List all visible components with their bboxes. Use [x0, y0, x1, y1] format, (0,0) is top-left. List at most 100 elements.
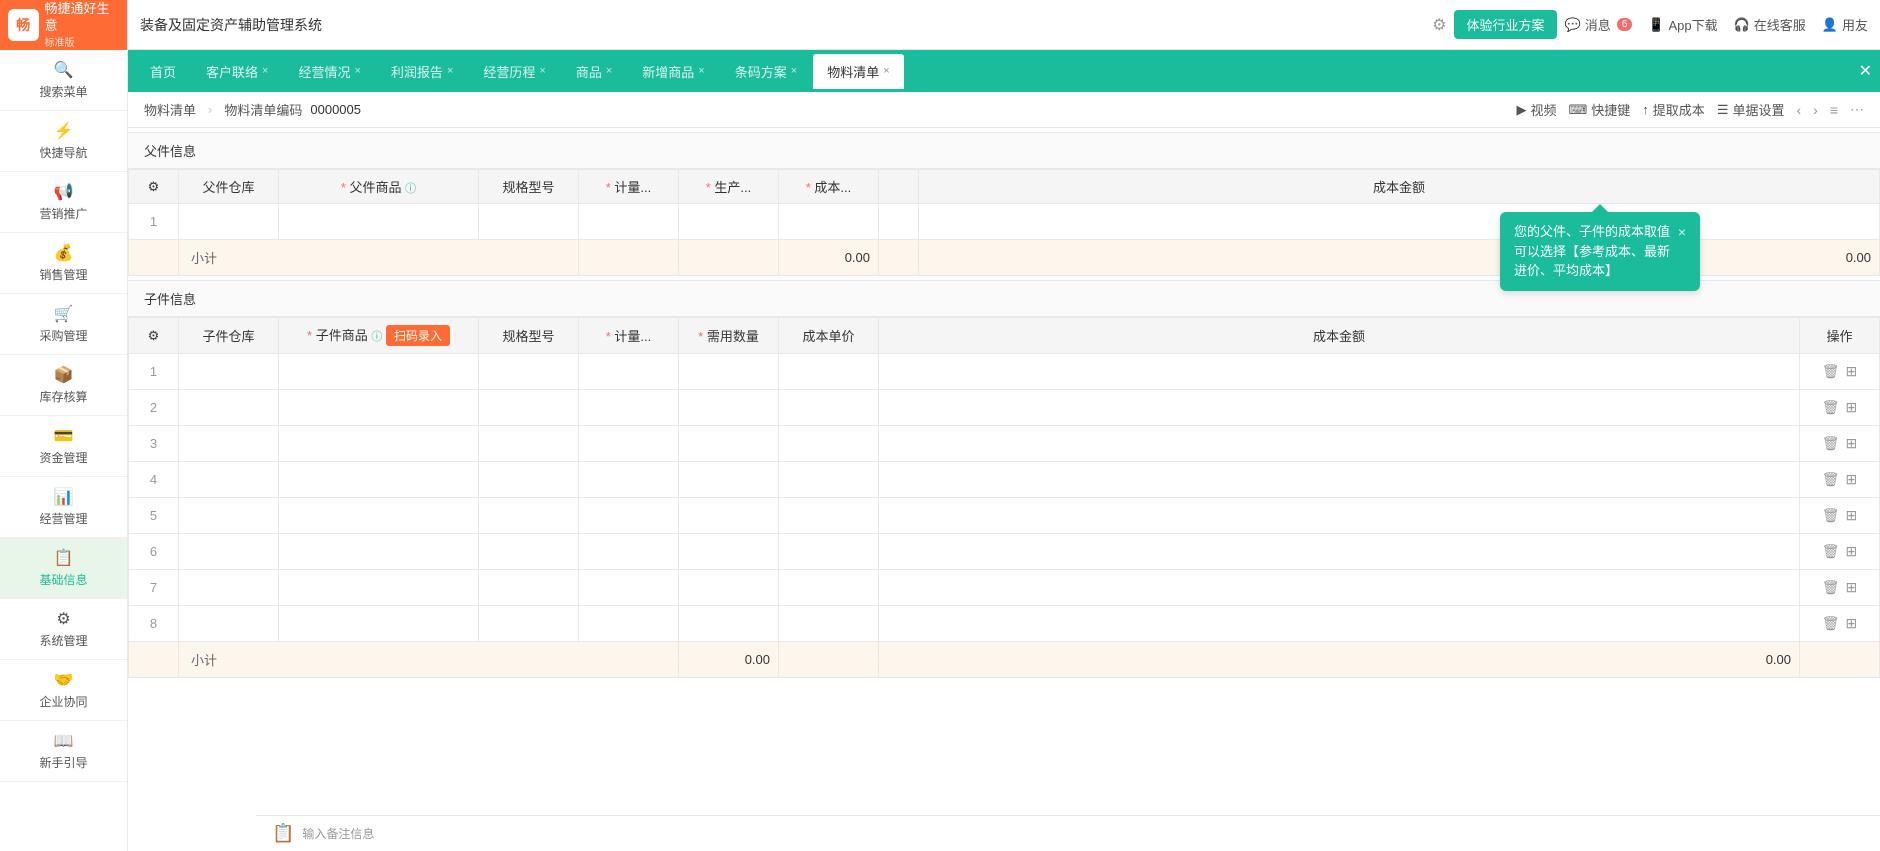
parent-cost-cell[interactable] [779, 204, 879, 240]
sidebar-item-2[interactable]: 📢 营销推广 [0, 172, 127, 233]
settings-icon[interactable]: ⚙ [1432, 15, 1446, 35]
parent-amount-cell[interactable] [919, 204, 1880, 240]
child-needed-qty-7[interactable] [679, 606, 779, 642]
tooltip-close-btn[interactable]: × [1678, 222, 1686, 243]
copy-icon-0[interactable]: ⊞ [1846, 363, 1858, 380]
child-cost-amount-7[interactable] [879, 606, 1800, 642]
child-cost-amount-0[interactable] [879, 354, 1800, 390]
experience-button[interactable]: 体验行业方案 [1454, 10, 1556, 39]
child-qty-unit-6[interactable] [579, 570, 679, 606]
child-cost-amount-2[interactable] [879, 426, 1800, 462]
sidebar-item-11[interactable]: 📖 新手引导 [0, 721, 127, 782]
child-product-2[interactable] [279, 426, 479, 462]
child-cost-amount-5[interactable] [879, 534, 1800, 570]
tab-close-8[interactable]: × [883, 65, 889, 77]
nav-tab-4[interactable]: 经营历程× [469, 54, 559, 89]
copy-icon-7[interactable]: ⊞ [1846, 615, 1858, 632]
child-product-6[interactable] [279, 570, 479, 606]
child-cost-amount-3[interactable] [879, 462, 1800, 498]
sidebar-item-10[interactable]: 🤝 企业协同 [0, 660, 127, 721]
tab-close-1[interactable]: × [262, 65, 268, 77]
child-product-7[interactable] [279, 606, 479, 642]
nav-tab-2[interactable]: 经营情况× [284, 54, 374, 89]
parent-spec-cell[interactable] [479, 204, 579, 240]
tab-close-5[interactable]: × [606, 65, 612, 77]
nav-next-icon[interactable]: › [1813, 102, 1818, 118]
nav-tab-8[interactable]: 物料清单× [813, 54, 903, 89]
nav-tab-3[interactable]: 利润报告× [377, 54, 467, 89]
parent-quantity-cell[interactable] [579, 204, 679, 240]
copy-icon-2[interactable]: ⊞ [1846, 435, 1858, 452]
child-qty-unit-5[interactable] [579, 534, 679, 570]
child-warehouse-6[interactable] [179, 570, 279, 606]
child-spec-3[interactable] [479, 462, 579, 498]
parent-product-cell[interactable] [279, 204, 479, 240]
copy-icon-5[interactable]: ⊞ [1846, 543, 1858, 560]
parent-col-settings[interactable]: ⚙ [129, 170, 179, 204]
child-cost-amount-1[interactable] [879, 390, 1800, 426]
nav-tab-7[interactable]: 条码方案× [721, 54, 811, 89]
message-action[interactable]: 💬 消息 6 [1565, 15, 1633, 34]
child-unit-cost-4[interactable] [779, 498, 879, 534]
tab-close-3[interactable]: × [447, 65, 453, 77]
copy-icon-6[interactable]: ⊞ [1846, 579, 1858, 596]
delete-icon-6[interactable]: 🗑 [1822, 579, 1840, 596]
user-action[interactable]: 👤 用友 [1822, 15, 1868, 34]
child-product-0[interactable] [279, 354, 479, 390]
child-cost-amount-6[interactable] [879, 570, 1800, 606]
child-qty-unit-3[interactable] [579, 462, 679, 498]
sidebar-item-1[interactable]: ⚡ 快捷导航 [0, 111, 127, 172]
nav-tab-5[interactable]: 商品× [562, 54, 626, 89]
sidebar-item-6[interactable]: 💳 资金管理 [0, 416, 127, 477]
single-settings-action[interactable]: ☰ 单据设置 [1717, 100, 1785, 119]
sidebar-item-7[interactable]: 📊 经营管理 [0, 477, 127, 538]
child-unit-cost-3[interactable] [779, 462, 879, 498]
child-qty-unit-1[interactable] [579, 390, 679, 426]
child-qty-unit-4[interactable] [579, 498, 679, 534]
parent-production-cell[interactable] [679, 204, 779, 240]
nav-tab-1[interactable]: 客户联络× [192, 54, 282, 89]
delete-icon-0[interactable]: 🗑 [1822, 363, 1840, 380]
child-spec-0[interactable] [479, 354, 579, 390]
tab-close-2[interactable]: × [354, 65, 360, 77]
child-product-3[interactable] [279, 462, 479, 498]
child-warehouse-4[interactable] [179, 498, 279, 534]
child-spec-5[interactable] [479, 534, 579, 570]
child-warehouse-1[interactable] [179, 390, 279, 426]
child-unit-cost-6[interactable] [779, 570, 879, 606]
child-needed-qty-5[interactable] [679, 534, 779, 570]
nav-prev-icon[interactable]: ‹ [1796, 102, 1801, 118]
extract-cost-action[interactable]: ↑ 提取成本 [1642, 100, 1705, 119]
copy-icon-3[interactable]: ⊞ [1846, 471, 1858, 488]
nav-tab-6[interactable]: 新增商品× [628, 54, 718, 89]
child-needed-qty-2[interactable] [679, 426, 779, 462]
scan-input-button[interactable]: 扫码录入 [386, 325, 450, 346]
child-spec-1[interactable] [479, 390, 579, 426]
child-product-1[interactable] [279, 390, 479, 426]
online-service-action[interactable]: 🎧 在线客服 [1734, 15, 1806, 34]
child-unit-cost-2[interactable] [779, 426, 879, 462]
child-unit-cost-7[interactable] [779, 606, 879, 642]
video-action[interactable]: ▶ 视频 [1517, 100, 1557, 119]
child-product-4[interactable] [279, 498, 479, 534]
child-needed-qty-0[interactable] [679, 354, 779, 390]
tab-close-7[interactable]: × [791, 65, 797, 77]
child-unit-cost-1[interactable] [779, 390, 879, 426]
child-qty-unit-2[interactable] [579, 426, 679, 462]
child-cost-amount-4[interactable] [879, 498, 1800, 534]
child-qty-unit-0[interactable] [579, 354, 679, 390]
child-spec-7[interactable] [479, 606, 579, 642]
child-needed-qty-3[interactable] [679, 462, 779, 498]
sidebar-item-5[interactable]: 📦 库存核算 [0, 355, 127, 416]
child-unit-cost-0[interactable] [779, 354, 879, 390]
sidebar-item-4[interactable]: 🛒 采购管理 [0, 294, 127, 355]
child-warehouse-3[interactable] [179, 462, 279, 498]
delete-icon-7[interactable]: 🗑 [1822, 615, 1840, 632]
delete-icon-3[interactable]: 🗑 [1822, 471, 1840, 488]
sidebar-item-3[interactable]: 💰 销售管理 [0, 233, 127, 294]
delete-icon-1[interactable]: 🗑 [1822, 399, 1840, 416]
child-product-5[interactable] [279, 534, 479, 570]
child-unit-cost-5[interactable] [779, 534, 879, 570]
copy-icon-1[interactable]: ⊞ [1846, 399, 1858, 416]
copy-icon-4[interactable]: ⊞ [1846, 507, 1858, 524]
